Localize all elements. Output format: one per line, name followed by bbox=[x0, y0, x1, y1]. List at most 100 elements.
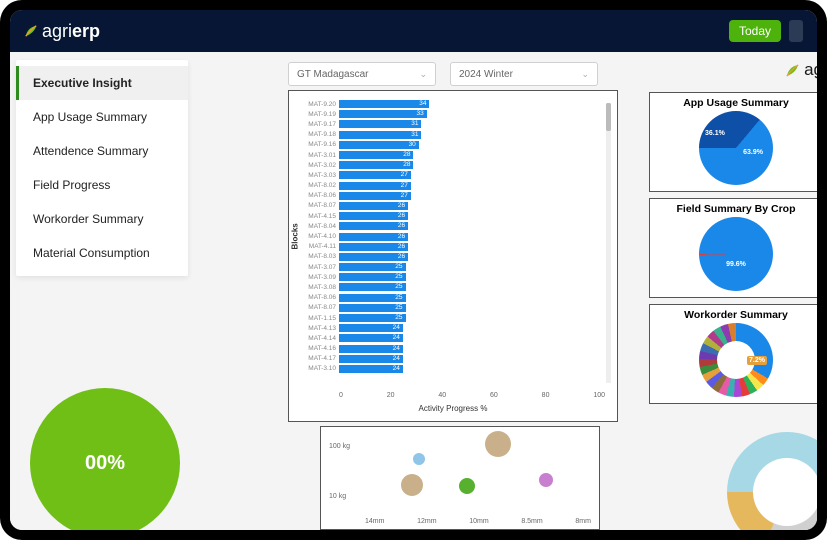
bar-row: MAT-4.1724 bbox=[339, 354, 605, 364]
card-title: App Usage Summary bbox=[650, 97, 817, 109]
y-axis-label: Blocks bbox=[291, 223, 300, 249]
bar-category-label: MAT-8.06 bbox=[308, 192, 336, 199]
bar-value-label: 31 bbox=[411, 120, 418, 128]
bar-category-label: MAT-9.16 bbox=[308, 141, 336, 148]
season-select[interactable]: 2024 Winter ⌄ bbox=[450, 62, 598, 86]
today-button[interactable]: Today bbox=[729, 20, 781, 42]
scatter-point[interactable] bbox=[459, 478, 475, 494]
bar-value-label: 24 bbox=[393, 345, 400, 353]
top-bar: agrierp Today bbox=[10, 10, 817, 52]
bar-row: MAT-3.0228 bbox=[339, 160, 605, 170]
summary-cards: App Usage Summary36.1%63.9%Field Summary… bbox=[649, 92, 817, 404]
bar-category-label: MAT-3.08 bbox=[308, 284, 336, 291]
bar-row: MAT-3.0128 bbox=[339, 150, 605, 160]
bar-fill[interactable]: 31 bbox=[339, 131, 421, 139]
scatter-point[interactable] bbox=[413, 453, 425, 465]
scatter-chart: 100 kg 10 kg 14mm12mm10mm8.5mm8mm bbox=[320, 426, 600, 530]
bar-fill[interactable]: 34 bbox=[339, 100, 429, 108]
scatter-point[interactable] bbox=[401, 474, 423, 496]
bar-category-label: MAT-9.19 bbox=[308, 111, 336, 118]
bar-fill[interactable]: 30 bbox=[339, 141, 419, 149]
bar-fill[interactable]: 26 bbox=[339, 222, 408, 230]
sidebar-item-executive-insight[interactable]: Executive Insight bbox=[16, 66, 188, 100]
bar-value-label: 25 bbox=[395, 273, 402, 281]
bar-fill[interactable]: 24 bbox=[339, 355, 403, 363]
bar-category-label: MAT-8.06 bbox=[308, 294, 336, 301]
bar-row: MAT-8.0627 bbox=[339, 191, 605, 201]
bar-category-label: MAT-3.01 bbox=[308, 152, 336, 159]
bar-row: MAT-8.0625 bbox=[339, 293, 605, 303]
bar-fill[interactable]: 25 bbox=[339, 283, 406, 291]
bar-fill[interactable]: 24 bbox=[339, 345, 403, 353]
bar-fill[interactable]: 26 bbox=[339, 253, 408, 261]
bar-fill[interactable]: 27 bbox=[339, 171, 411, 179]
farm-select[interactable]: GT Madagascar ⌄ bbox=[288, 62, 436, 86]
pie-slice-label: 63.9% bbox=[743, 149, 763, 156]
bar-value-label: 25 bbox=[395, 314, 402, 322]
bar-fill[interactable]: 27 bbox=[339, 192, 411, 200]
sidebar-item-field-progress[interactable]: Field Progress bbox=[16, 168, 188, 202]
filter-selects: GT Madagascar ⌄ 2024 Winter ⌄ bbox=[288, 62, 598, 86]
bar-row: MAT-1.1525 bbox=[339, 313, 605, 323]
scatter-y-tick: 10 kg bbox=[329, 493, 346, 500]
tablet-frame: agrierp Today Executive InsightApp Usage… bbox=[0, 0, 827, 540]
chart-scrollbar[interactable] bbox=[606, 103, 611, 383]
bar-row: MAT-9.1933 bbox=[339, 109, 605, 119]
bar-row: MAT-8.0725 bbox=[339, 303, 605, 313]
bar-row: MAT-4.1126 bbox=[339, 242, 605, 252]
scatter-point[interactable] bbox=[485, 431, 511, 457]
background-donut bbox=[727, 432, 817, 530]
bar-fill[interactable]: 25 bbox=[339, 273, 406, 281]
bar-category-label: MAT-9.18 bbox=[308, 131, 336, 138]
bar-category-label: MAT-4.13 bbox=[308, 325, 336, 332]
bar-fill[interactable]: 25 bbox=[339, 304, 406, 312]
bar-row: MAT-4.1526 bbox=[339, 211, 605, 221]
sidebar-item-attendence-summary[interactable]: Attendence Summary bbox=[16, 134, 188, 168]
bar-fill[interactable]: 25 bbox=[339, 314, 406, 322]
bar-fill[interactable]: 24 bbox=[339, 324, 403, 332]
bar-fill[interactable]: 26 bbox=[339, 233, 408, 241]
bar-fill[interactable]: 24 bbox=[339, 334, 403, 342]
logo-text: agrierp bbox=[42, 21, 100, 42]
bar-fill[interactable]: 26 bbox=[339, 202, 408, 210]
pie-slice-label: 36.1% bbox=[705, 130, 725, 137]
x-ticks: 020406080100 bbox=[339, 392, 605, 399]
sidebar-item-app-usage-summary[interactable]: App Usage Summary bbox=[16, 100, 188, 134]
bar-category-label: MAT-4.10 bbox=[308, 233, 336, 240]
scatter-point[interactable] bbox=[539, 473, 553, 487]
scatter-x-ticks: 14mm12mm10mm8.5mm8mm bbox=[365, 518, 591, 525]
dashboard-body: Executive InsightApp Usage SummaryAttend… bbox=[10, 52, 817, 530]
bar-value-label: 24 bbox=[393, 355, 400, 363]
avatar[interactable] bbox=[789, 20, 803, 42]
scatter-y-tick: 100 kg bbox=[329, 443, 350, 450]
bar-value-label: 30 bbox=[409, 141, 416, 149]
pie-chart[interactable]: 99.6% bbox=[699, 217, 773, 291]
bar-fill[interactable]: 26 bbox=[339, 212, 408, 220]
bar-value-label: 25 bbox=[395, 283, 402, 291]
pie-chart[interactable]: 7.2% bbox=[699, 323, 773, 397]
bar-fill[interactable]: 27 bbox=[339, 182, 411, 190]
bar-fill[interactable]: 31 bbox=[339, 120, 421, 128]
bar-fill[interactable]: 24 bbox=[339, 365, 403, 373]
bar-row: MAT-4.1424 bbox=[339, 333, 605, 343]
bar-category-label: MAT-8.07 bbox=[308, 202, 336, 209]
app-logo: agrierp bbox=[24, 21, 100, 42]
bar-fill[interactable]: 28 bbox=[339, 151, 413, 159]
pie-chart[interactable]: 36.1% 63.9% bbox=[699, 111, 773, 185]
bar-row: MAT-4.1624 bbox=[339, 344, 605, 354]
sidebar-item-material-consumption[interactable]: Material Consumption bbox=[16, 236, 188, 270]
bar-row: MAT-4.1026 bbox=[339, 231, 605, 241]
bar-row: MAT-3.0725 bbox=[339, 262, 605, 272]
bar-fill[interactable]: 26 bbox=[339, 243, 408, 251]
bar-row: MAT-9.1831 bbox=[339, 130, 605, 140]
bar-fill[interactable]: 25 bbox=[339, 294, 406, 302]
bar-fill[interactable]: 25 bbox=[339, 263, 406, 271]
sidebar-item-workorder-summary[interactable]: Workorder Summary bbox=[16, 202, 188, 236]
bar-fill[interactable]: 28 bbox=[339, 161, 413, 169]
bar-category-label: MAT-4.14 bbox=[308, 335, 336, 342]
bar-row: MAT-3.0925 bbox=[339, 272, 605, 282]
bar-value-label: 26 bbox=[398, 202, 405, 210]
bar-value-label: 27 bbox=[401, 182, 408, 190]
bar-fill[interactable]: 33 bbox=[339, 110, 427, 118]
bar-value-label: 26 bbox=[398, 243, 405, 251]
